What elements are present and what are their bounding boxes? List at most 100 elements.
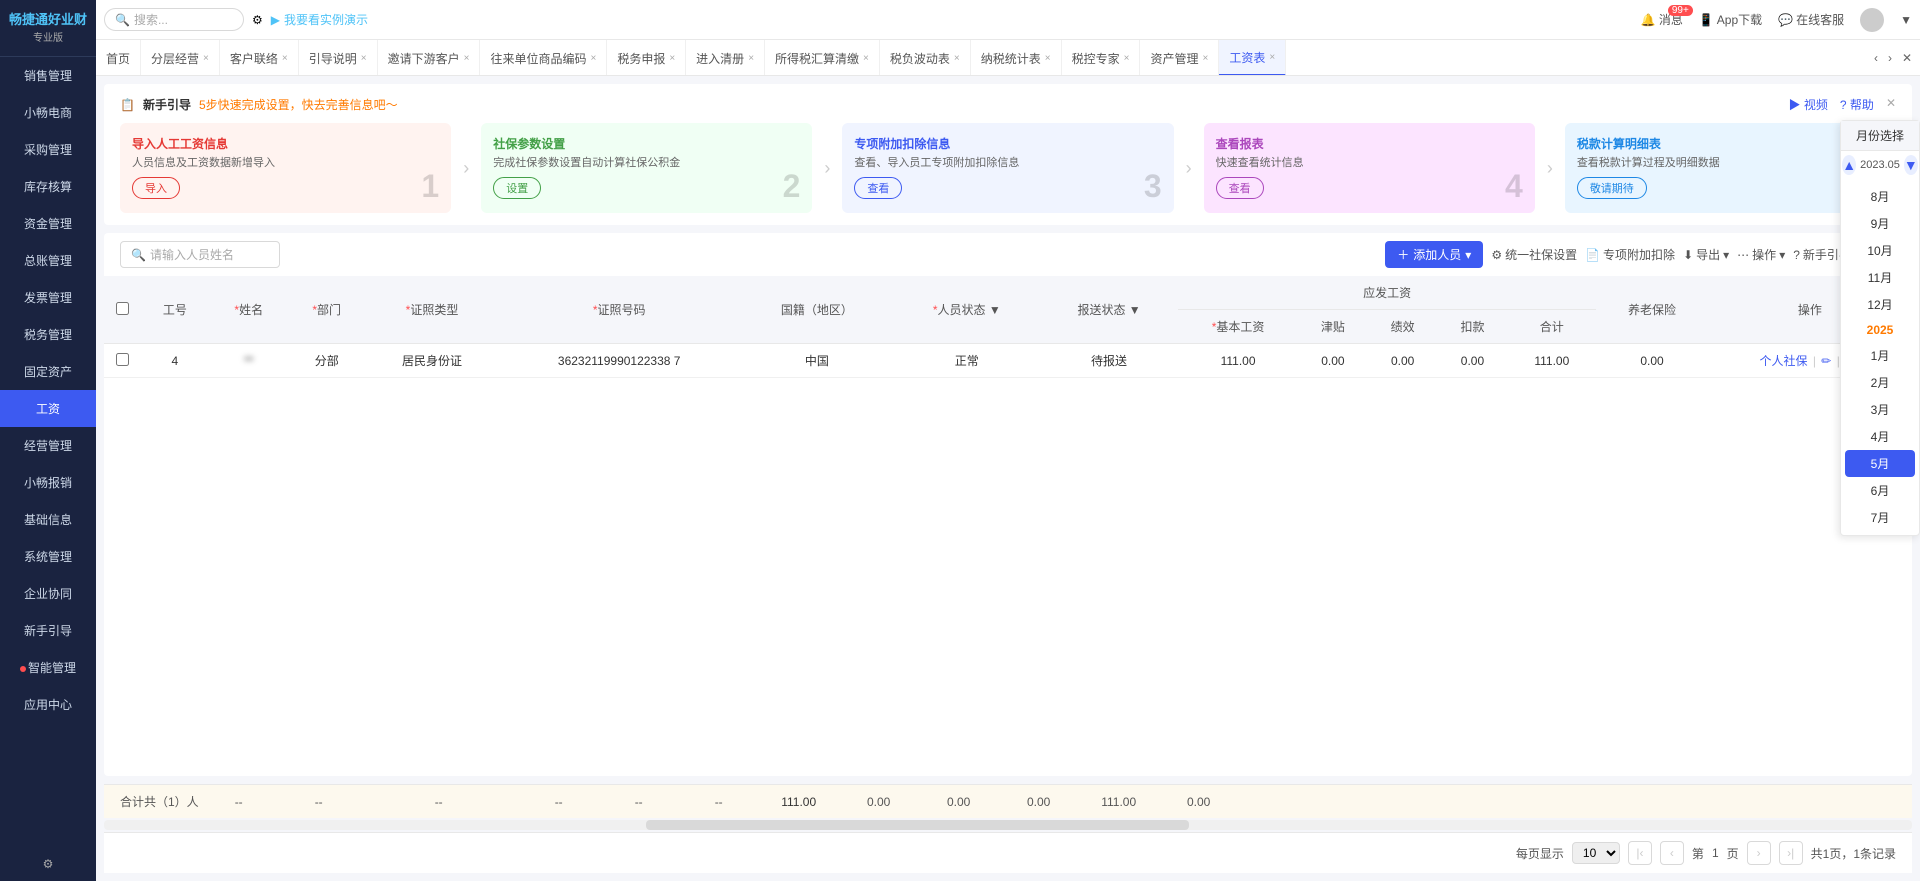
sidebar-item-basic[interactable]: 基础信息 — [0, 501, 96, 538]
guide-help-btn[interactable]: ? 帮助 — [1840, 96, 1874, 113]
topbar-search-box[interactable]: 🔍 搜索... — [104, 8, 244, 31]
sidebar-item-system[interactable]: 系统管理 — [0, 538, 96, 575]
tab-next-btn[interactable]: › — [1884, 49, 1896, 67]
tab-invite[interactable]: 邀请下游客户× — [378, 40, 481, 76]
tab-close-assets-mgmt[interactable]: × — [1202, 53, 1208, 64]
month-item-5[interactable]: 5月 — [1845, 450, 1915, 477]
topbar-settings-icon[interactable]: ⚙ — [252, 13, 263, 27]
month-item-9[interactable]: 9月 — [1841, 210, 1919, 237]
export-btn[interactable]: ⬇ 导出 ▾ — [1683, 246, 1729, 263]
sidebar-item-apps[interactable]: 应用中心 — [0, 686, 96, 723]
tab-close-tax-expert[interactable]: × — [1124, 53, 1130, 64]
step-btn-1[interactable]: 导入 — [132, 177, 180, 199]
month-item-2025[interactable]: 2025 — [1841, 318, 1919, 342]
tab-salary-table[interactable]: 工资表× — [1219, 40, 1286, 76]
topbar-message-btn[interactable]: 🔔 消息 99+ — [1641, 11, 1683, 28]
tab-close-guide-tab[interactable]: × — [361, 53, 367, 64]
tab-clearance[interactable]: 进入清册× — [686, 40, 765, 76]
tab-close-customer[interactable]: × — [282, 53, 288, 64]
tab-partition[interactable]: 分层经营× — [141, 40, 220, 76]
month-item-3[interactable]: 3月 — [1841, 396, 1919, 423]
tab-tax-calc[interactable]: 所得税汇算清缴× — [765, 40, 880, 76]
tab-customer[interactable]: 客户联络× — [220, 40, 299, 76]
tab-tax-stats[interactable]: 纳税统计表× — [971, 40, 1062, 76]
month-item-8[interactable]: 8月 — [1841, 183, 1919, 210]
row-action-edit-0[interactable]: ✏ — [1821, 354, 1831, 368]
tab-close-all-btn[interactable]: ✕ — [1898, 49, 1916, 67]
export-icon: ⬇ — [1683, 248, 1693, 262]
month-item-6[interactable]: 6月 — [1841, 477, 1919, 504]
sidebar-item-ledger[interactable]: 总账管理 — [0, 242, 96, 279]
sidebar-settings[interactable]: ⚙ — [0, 847, 96, 881]
first-page-btn[interactable]: |‹ — [1628, 841, 1652, 865]
employee-search-input[interactable]: 🔍 请输入人员姓名 — [120, 241, 280, 268]
tab-goods-code[interactable]: 往来单位商品编码× — [480, 40, 607, 76]
tab-close-goods-code[interactable]: × — [590, 53, 596, 64]
month-item-1[interactable]: 1月 — [1841, 342, 1919, 369]
sidebar-item-assets[interactable]: 固定资产 — [0, 353, 96, 390]
month-nav-up[interactable]: ▲ — [1842, 155, 1856, 175]
tab-tax-report[interactable]: 税务申报× — [607, 40, 686, 76]
month-item-12[interactable]: 12月 — [1841, 291, 1919, 318]
next-page-btn[interactable]: › — [1747, 841, 1771, 865]
guide-video-btn[interactable]: ▶ 视频 — [1789, 96, 1828, 113]
tab-close-tax-calc[interactable]: × — [863, 53, 869, 64]
month-item-11[interactable]: 11月 — [1841, 264, 1919, 291]
month-item-2[interactable]: 2月 — [1841, 369, 1919, 396]
more-ops-btn[interactable]: ⋯ 操作 ▾ — [1737, 246, 1785, 263]
sidebar-item-invoice[interactable]: 发票管理 — [0, 279, 96, 316]
tab-close-tax-report[interactable]: × — [669, 53, 675, 64]
user-avatar[interactable] — [1860, 8, 1884, 32]
step-btn-3[interactable]: 查看 — [854, 177, 902, 199]
tab-prev-btn[interactable]: ‹ — [1870, 49, 1882, 67]
guide-close-btn[interactable]: ✕ — [1886, 96, 1896, 113]
sidebar-item-tax[interactable]: 税务管理 — [0, 316, 96, 353]
tab-close-tax-waive[interactable]: × — [954, 53, 960, 64]
scrollbar-thumb[interactable] — [646, 820, 1188, 830]
sidebar-item-operation[interactable]: 经营管理 — [0, 427, 96, 464]
prev-page-btn[interactable]: ‹ — [1660, 841, 1684, 865]
month-item-7[interactable]: 7月 — [1841, 504, 1919, 531]
month-item-10[interactable]: 10月 — [1841, 237, 1919, 264]
sidebar-item-smart[interactable]: 智能管理 — [0, 649, 96, 686]
tab-close-invite[interactable]: × — [464, 53, 470, 64]
step-btn-4[interactable]: 查看 — [1216, 177, 1264, 199]
tab-close-tax-stats[interactable]: × — [1045, 53, 1051, 64]
page-size-select[interactable]: 10 20 50 — [1572, 842, 1620, 864]
step-btn-2[interactable]: 设置 — [493, 177, 541, 199]
sidebar-item-inventory[interactable]: 库存核算 — [0, 168, 96, 205]
sidebar-item-ecommerce[interactable]: 小畅电商 — [0, 94, 96, 131]
sidebar-item-collab[interactable]: 企业协同 — [0, 575, 96, 612]
tab-close-clearance[interactable]: × — [748, 53, 754, 64]
tab-assets-mgmt[interactable]: 资产管理× — [1140, 40, 1219, 76]
sidebar-item-report[interactable]: 小畅报销 — [0, 464, 96, 501]
tab-close-salary-table[interactable]: × — [1269, 52, 1275, 63]
tab-home[interactable]: 首页 — [96, 40, 141, 76]
step-btn-5[interactable]: 敬请期待 — [1577, 177, 1647, 199]
sidebar-item-salary[interactable]: 工资 — [0, 390, 96, 427]
special-deduct-btn[interactable]: 📄 专项附加扣除 — [1585, 246, 1675, 263]
sidebar-item-purchase[interactable]: 采购管理 — [0, 131, 96, 168]
add-employee-btn[interactable]: ＋ 添加人员 ▾ — [1385, 241, 1483, 268]
tab-close-partition[interactable]: × — [203, 53, 209, 64]
row-action-social-0[interactable]: 个人社保 — [1759, 354, 1807, 368]
tab-tax-waive[interactable]: 税负波动表× — [880, 40, 971, 76]
sidebar-item-finance[interactable]: 资金管理 — [0, 205, 96, 242]
month-nav-down[interactable]: ▼ — [1904, 155, 1918, 175]
month-item-4[interactable]: 4月 — [1841, 423, 1919, 450]
topbar-app-download[interactable]: 📱 App下载 — [1699, 11, 1762, 28]
tab-guide-tab[interactable]: 引导说明× — [299, 40, 378, 76]
tab-tax-expert[interactable]: 税控专家× — [1062, 40, 1141, 76]
last-page-btn[interactable]: ›| — [1779, 841, 1803, 865]
horizontal-scrollbar[interactable] — [104, 820, 1912, 830]
row-checkbox-0[interactable] — [104, 344, 140, 378]
step-arrow-1: › — [463, 123, 469, 213]
page-content: 📋 新手引导 5步快速完成设置，快去完善信息吧～ ▶ 视频 ? 帮助 ✕ 导入人… — [96, 76, 1920, 881]
user-name[interactable]: ▼ — [1900, 13, 1912, 27]
select-all-checkbox[interactable] — [116, 302, 129, 315]
social-security-btn[interactable]: ⚙ 统一社保设置 — [1491, 246, 1577, 263]
sidebar-item-guide[interactable]: 新手引导 — [0, 612, 96, 649]
sidebar-item-sales[interactable]: 销售管理 — [0, 57, 96, 94]
topbar-online-service[interactable]: 💬 在线客服 — [1778, 11, 1844, 28]
topbar-demo-link[interactable]: ▶ 我要看实例演示 — [271, 11, 368, 28]
